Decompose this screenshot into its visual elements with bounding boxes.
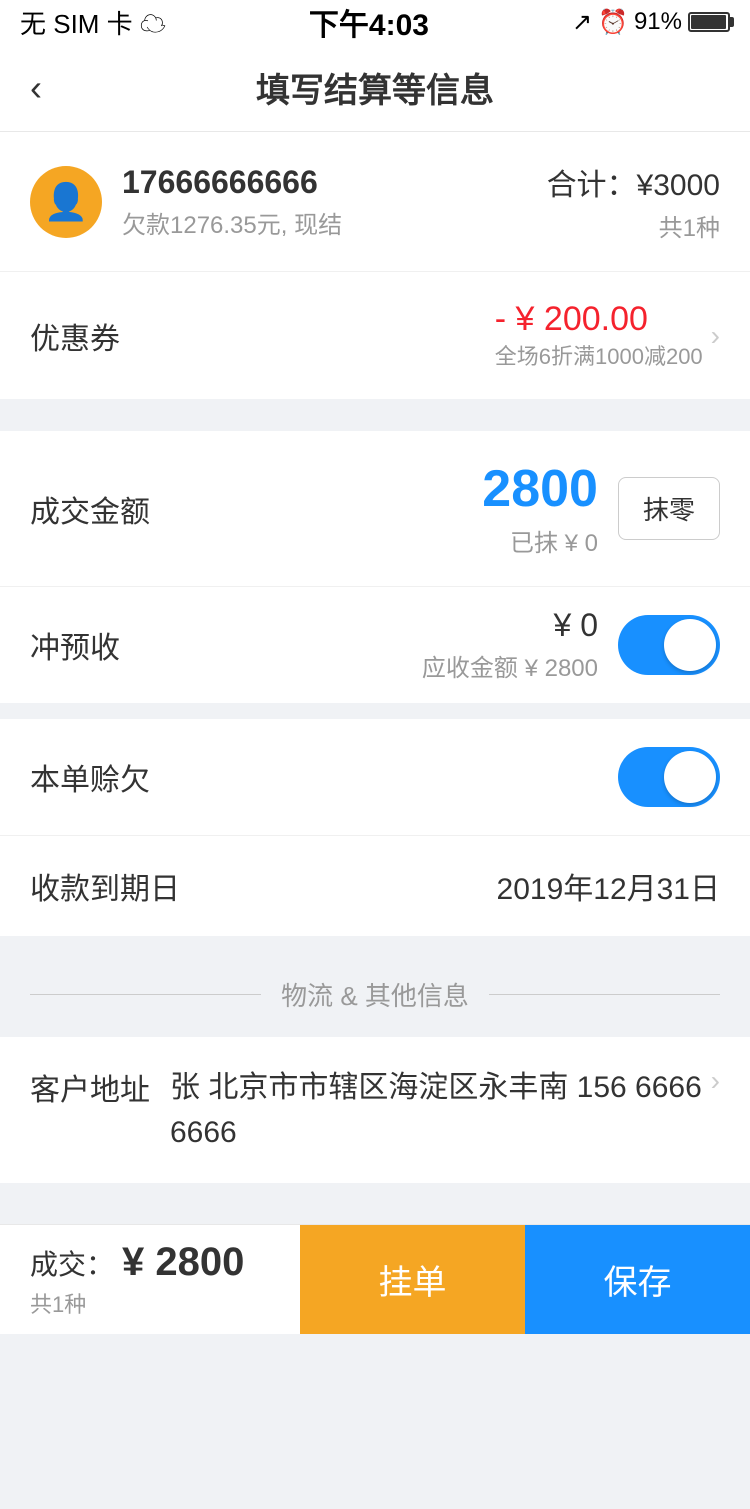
hang-order-button[interactable]: 挂单 (300, 1225, 525, 1334)
chong-yushou-sub: 应收金额 ¥ 2800 (422, 648, 598, 683)
location-icon: ↗ (572, 8, 592, 37)
due-date-row: 收款到期日 2019年12月31日 (0, 836, 750, 936)
ben-dan-she-qian-toggle[interactable] (618, 747, 720, 807)
due-date-label: 收款到期日 (30, 864, 180, 908)
deal-amount-row: 成交金额 2800 已抹 ¥ 0 抹零 (0, 431, 750, 587)
round-zero-button[interactable]: 抹零 (618, 477, 720, 540)
customer-phone: 17666666666 (122, 164, 342, 201)
status-bar: 无 SIM 卡 ☁ 下午4:03 ↗ ⏰ 91% (0, 0, 750, 44)
status-right: ↗ ⏰ 91% (572, 8, 730, 37)
address-label: 客户地址 (30, 1065, 150, 1109)
bottom-summary: 成交： ¥ 2800 共1种 (0, 1240, 300, 1319)
battery-percent: 91% (634, 8, 682, 36)
chong-yushou-right: ¥ 0 应收金额 ¥ 2800 (422, 607, 720, 683)
toggle-knob-2 (664, 751, 716, 803)
toggle-knob (664, 619, 716, 671)
form-card-2: 本单赊欠 收款到期日 2019年12月31日 (0, 719, 750, 936)
battery-icon (688, 12, 730, 32)
chong-yushou-row: 冲预收 ¥ 0 应收金额 ¥ 2800 (0, 587, 750, 703)
bottom-spacer (0, 1399, 750, 1509)
ben-dan-she-qian-right (618, 747, 720, 807)
customer-sub-text: 欠款1276.35元, 现结 (122, 205, 342, 240)
customer-info-row: 👤 17666666666 欠款1276.35元, 现结 合计：¥3000 共1… (0, 132, 750, 271)
coupon-right: - ¥ 200.00 全场6折满1000减200 › (495, 300, 720, 371)
total-amount: 合计：¥3000 (547, 160, 720, 204)
address-row[interactable]: 客户地址 张 北京市市辖区海淀区永丰南 156 6666 6666 › (0, 1037, 750, 1183)
bottom-buttons: 挂单 保存 (300, 1225, 750, 1334)
divider-line-left (30, 994, 261, 995)
sim-status: 无 SIM 卡 ☁ (20, 4, 166, 41)
save-button[interactable]: 保存 (525, 1225, 750, 1334)
deal-amount-value: 2800 (482, 459, 598, 519)
chong-yushou-toggle[interactable] (618, 615, 720, 675)
deal-amount-right: 2800 已抹 ¥ 0 抹零 (482, 459, 720, 558)
coupon-row[interactable]: 优惠券 - ¥ 200.00 全场6折满1000减200 › (0, 271, 750, 399)
status-left: 无 SIM 卡 ☁ (20, 4, 166, 41)
bottom-deal-count: 共1种 (30, 1287, 270, 1319)
ben-dan-she-qian-label: 本单赊欠 (30, 755, 150, 799)
alarm-icon: ⏰ (598, 8, 628, 37)
customer-details: 17666666666 欠款1276.35元, 现结 (122, 164, 342, 240)
logistics-section: 物流 & 其他信息 (0, 952, 750, 1037)
form-card-1: 成交金额 2800 已抹 ¥ 0 抹零 冲预收 ¥ 0 应收金额 ¥ 2800 (0, 431, 750, 703)
bottom-deal-label: 成交： ¥ 2800 (30, 1240, 270, 1285)
back-button[interactable]: ‹ (20, 57, 52, 119)
total-count: 共1种 (547, 208, 720, 243)
divider-line-right (489, 994, 720, 995)
ben-dan-she-qian-row: 本单赊欠 (0, 719, 750, 836)
deal-amount-label: 成交金额 (30, 487, 150, 531)
customer-left: 👤 17666666666 欠款1276.35元, 现结 (30, 164, 342, 240)
section-divider-2 (0, 703, 750, 719)
bottom-deal-amount: ¥ 2800 (122, 1240, 244, 1285)
coupon-discount: - ¥ 200.00 (495, 300, 703, 339)
due-date-value: 2019年12月31日 (497, 864, 720, 908)
avatar: 👤 (30, 166, 102, 238)
bottom-bar: 成交： ¥ 2800 共1种 挂单 保存 (0, 1224, 750, 1334)
chong-yushou-label: 冲预收 (30, 623, 120, 667)
customer-right: 合计：¥3000 共1种 (547, 160, 720, 243)
status-time: 下午4:03 (309, 0, 429, 44)
address-value: 张 北京市市辖区海淀区永丰南 156 6666 6666 (170, 1065, 711, 1155)
coupon-label: 优惠券 (30, 314, 120, 358)
nav-bar: ‹ 填写结算等信息 (0, 44, 750, 132)
coupon-description: 全场6折满1000减200 (495, 339, 703, 371)
chong-yushou-amount: ¥ 0 (422, 607, 598, 644)
page-title: 填写结算等信息 (256, 63, 494, 112)
address-chevron-icon: › (711, 1065, 720, 1097)
deal-amount-sub: 已抹 ¥ 0 (482, 523, 598, 558)
logistics-label: 物流 & 其他信息 (281, 976, 469, 1013)
address-card: 客户地址 张 北京市市辖区海淀区永丰南 156 6666 6666 › (0, 1037, 750, 1183)
coupon-chevron-icon: › (711, 320, 720, 352)
section-divider-3 (0, 936, 750, 952)
section-divider-1 (0, 415, 750, 431)
customer-card: 👤 17666666666 欠款1276.35元, 现结 合计：¥3000 共1… (0, 132, 750, 399)
